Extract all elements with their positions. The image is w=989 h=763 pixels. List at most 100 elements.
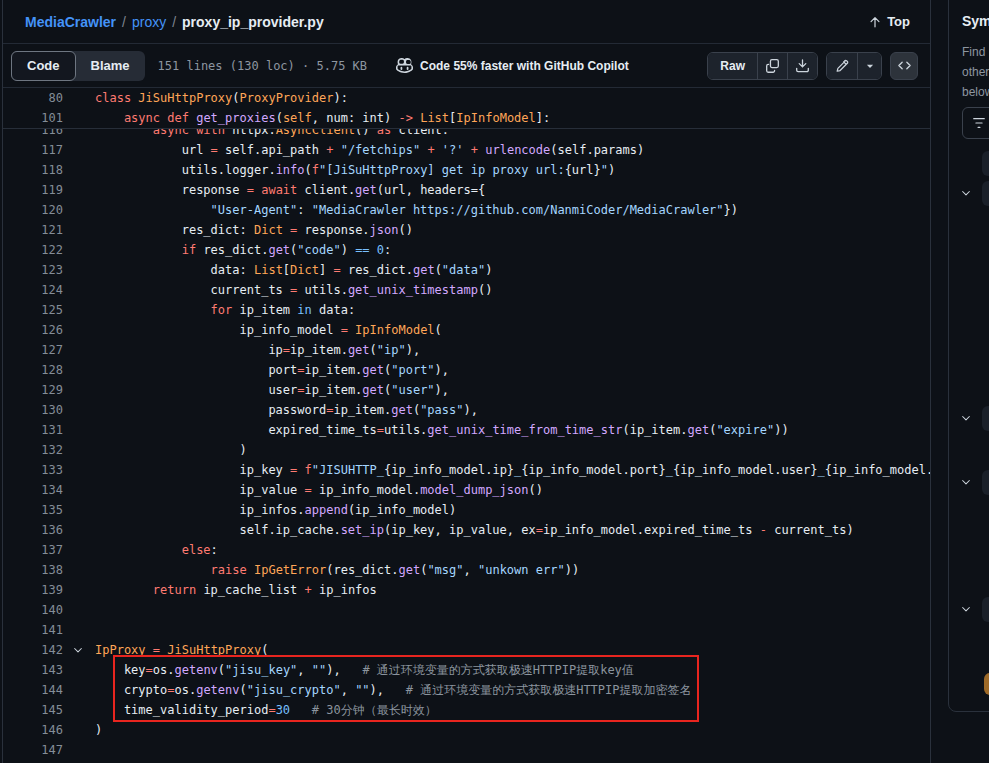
line-number[interactable]: 118 [3,160,63,180]
code-text: if res_dict.get("code") == 0: [95,240,391,260]
code-line: 128 port=ip_item.get("port"), [3,360,930,380]
code-line: 117 url = self.api_path + "/fetchips" + … [3,140,930,160]
breadcrumb-dir-link[interactable]: proxy [132,14,166,30]
line-number[interactable]: 116 [3,129,63,140]
code-blame-switch: Code Blame [11,51,145,81]
line-number[interactable]: 126 [3,320,63,340]
gutter [63,740,95,760]
line-number[interactable]: 141 [3,620,63,640]
line-number[interactable]: 123 [3,260,63,280]
gutter [63,200,95,220]
symbol-item-highlighted[interactable] [984,673,989,695]
line-number[interactable]: 146 [3,720,63,740]
code-text: user=ip_item.get("user"), [95,380,449,400]
chevron-down-icon[interactable] [960,603,972,615]
line-number[interactable]: 128 [3,360,63,380]
line-number[interactable]: 143 [3,660,63,680]
line-number[interactable]: 135 [3,500,63,520]
code-line: 101 async def get_proxies(self, num: int… [3,108,930,128]
line-number[interactable]: 120 [3,200,63,220]
code-text: ip_value = ip_info_model.model_dump_json… [95,480,543,500]
code-text: crypto=os.getenv("jisu_crypto", ""), # 通… [95,680,692,700]
gutter [63,400,95,420]
breadcrumb: MediaCrawler / proxy / proxy_ip_provider… [3,0,930,44]
line-number[interactable]: 139 [3,580,63,600]
gutter [63,160,95,180]
chevron-down-icon[interactable] [960,187,972,199]
gutter [63,500,95,520]
line-number[interactable]: 147 [3,740,63,760]
tab-blame[interactable]: Blame [76,51,145,81]
download-button[interactable] [787,53,817,79]
line-number[interactable]: 129 [3,380,63,400]
gutter [63,260,95,280]
chevron-down-icon[interactable] [960,476,972,488]
line-number[interactable]: 80 [3,88,63,108]
copy-button[interactable] [757,53,787,79]
line-number[interactable]: 119 [3,180,63,200]
gutter [63,440,95,460]
code-line: 127 ip=ip_item.get("ip"), [3,340,930,360]
line-number[interactable]: 131 [3,420,63,440]
gutter [63,420,95,440]
gutter [63,520,95,540]
symbol-item[interactable] [982,151,989,176]
line-number[interactable]: 125 [3,300,63,320]
file-stats: 151 lines (130 loc) · 5.75 KB [158,59,368,73]
line-number[interactable]: 138 [3,560,63,580]
symbols-panel-description: Findotherbelow [962,42,989,102]
line-number[interactable]: 121 [3,220,63,240]
line-number[interactable]: 144 [3,680,63,700]
breadcrumb-repo-link[interactable]: MediaCrawler [25,14,116,30]
line-number[interactable]: 140 [3,600,63,620]
code-text: password=ip_item.get("pass"), [95,400,478,420]
gutter [63,460,95,480]
symbols-toggle-button[interactable] [890,52,918,80]
symbol-item[interactable] [982,181,989,206]
symbols-filter-input[interactable] [962,107,989,139]
line-number[interactable]: 132 [3,440,63,460]
line-number[interactable]: 136 [3,520,63,540]
file-container: MediaCrawler / proxy / proxy_ip_provider… [2,0,931,763]
breadcrumb-separator: / [172,14,176,30]
tab-code[interactable]: Code [11,51,76,81]
copilot-banner[interactable]: Code 55% faster with GitHub Copilot [396,57,629,74]
line-number[interactable]: 127 [3,340,63,360]
code-text: key=os.getenv("jisu_key", ""), # 通过环境变量的… [95,660,634,680]
symbol-item[interactable] [982,597,989,622]
copy-icon [765,58,780,73]
code-text: class JiSuHttpProxy(ProxyProvider): [95,88,348,108]
sticky-lines: 80class JiSuHttpProxy(ProxyProvider):101… [3,88,930,129]
line-number[interactable]: 124 [3,280,63,300]
scroll-to-top-button[interactable]: Top [868,14,910,29]
code-icon [897,58,912,73]
line-number[interactable]: 142 [3,640,63,660]
raw-button[interactable]: Raw [708,53,757,79]
gutter [63,280,95,300]
line-number[interactable]: 134 [3,480,63,500]
code-line: 139 return ip_cache_list + ip_infos [3,580,930,600]
collapse-chevron-icon[interactable] [72,644,84,656]
line-number[interactable]: 101 [3,108,63,128]
code-line: 126 ip_info_model = IpInfoModel( [3,320,930,340]
gutter [63,700,95,720]
code-line: 134 ip_value = ip_info_model.model_dump_… [3,480,930,500]
code-line: 125 for ip_item in data: [3,300,930,320]
gutter [63,560,95,580]
edit-button[interactable] [827,53,857,79]
code-line: 129 user=ip_item.get("user"), [3,380,930,400]
line-number[interactable]: 130 [3,400,63,420]
code-line: 80 class JiSuHttpProxy(ProxyProvider): [3,88,930,108]
line-number[interactable]: 137 [3,540,63,560]
clipped-line: 116 async with httpx.AsyncClient() as cl… [3,129,930,140]
funnel-icon [972,116,986,130]
symbol-item[interactable] [982,406,989,431]
line-number[interactable]: 133 [3,460,63,480]
code-line: 138 raise IpGetError(res_dict.get("msg",… [3,560,930,580]
chevron-down-icon[interactable] [960,412,972,424]
line-number[interactable]: 122 [3,240,63,260]
edit-dropdown-button[interactable] [857,53,881,79]
line-number[interactable]: 117 [3,140,63,160]
line-number[interactable]: 145 [3,700,63,720]
symbol-item[interactable] [982,470,989,495]
